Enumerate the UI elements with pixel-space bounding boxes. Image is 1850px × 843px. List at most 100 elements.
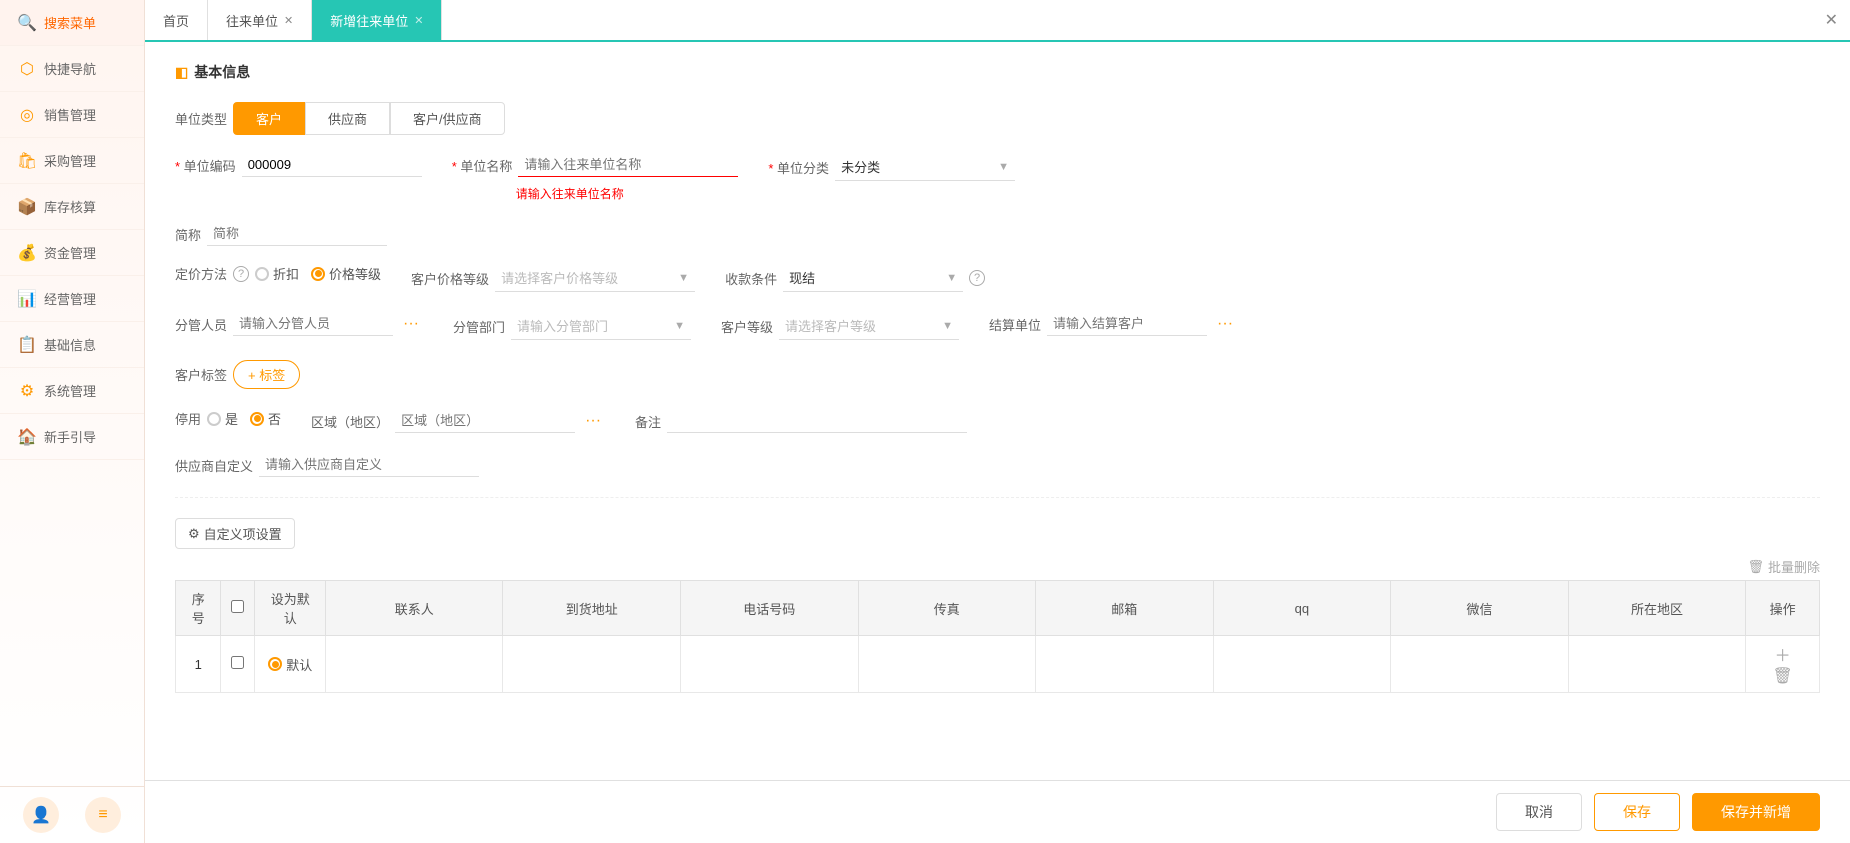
sidebar-item-capital[interactable]: 💰 资金管理 (0, 230, 144, 276)
cell-region[interactable] (1568, 636, 1746, 693)
remarks-field: 备注 (635, 409, 967, 433)
department-select[interactable]: 请输入分管部门 ▼ (511, 312, 691, 340)
tab-new-partner[interactable]: 新增往来单位 ✕ (312, 0, 442, 40)
btn-supplier[interactable]: 供应商 (305, 102, 390, 135)
cell-default: 默认 (255, 636, 326, 693)
tab-home[interactable]: 首页 (145, 0, 208, 40)
add-tag-btn[interactable]: + 标签 (233, 360, 300, 389)
row-add-btn[interactable]: ＋ (1771, 642, 1795, 666)
cancel-button[interactable]: 取消 (1496, 793, 1582, 831)
sidebar-item-search[interactable]: 🔍 搜索菜单 (0, 0, 144, 46)
row-checkbox[interactable] (231, 656, 244, 669)
cell-phone[interactable] (680, 636, 858, 693)
qq-input[interactable] (1224, 657, 1381, 672)
radio-price-level-circle (311, 267, 325, 281)
payment-terms-info[interactable]: ? (969, 270, 985, 286)
manager-input[interactable] (233, 312, 393, 336)
cell-fax[interactable] (858, 636, 1036, 693)
sidebar-item-operations[interactable]: 📊 经营管理 (0, 276, 144, 322)
phone-input[interactable] (691, 657, 848, 672)
customer-price-level-select[interactable]: 请选择客户价格等级 ▼ (495, 264, 695, 292)
row-default-radio[interactable]: 默认 (265, 655, 315, 674)
settings-btn[interactable]: ≡ (85, 797, 121, 833)
sidebar-item-sysmgmt[interactable]: ⚙ 系统管理 (0, 368, 144, 414)
cell-no: 1 (176, 636, 221, 693)
col-fax: 传真 (858, 581, 1036, 636)
cell-check (221, 636, 255, 693)
tab-home-label: 首页 (163, 11, 189, 30)
cell-qq[interactable] (1213, 636, 1391, 693)
supplier-custom-input[interactable] (259, 453, 479, 477)
sidebar-item-inventory[interactable]: 📦 库存核算 (0, 184, 144, 230)
row-manager: 分管人员 ··· 分管部门 请输入分管部门 ▼ 客户等级 请选择客户等级 ▼ 结… (175, 312, 1820, 340)
section-icon: ◧ (175, 64, 188, 81)
remarks-input[interactable] (667, 409, 967, 433)
radio-price-level[interactable]: 价格等级 (311, 264, 381, 283)
settlement-unit-input[interactable] (1047, 312, 1207, 336)
wechat-input[interactable] (1401, 657, 1558, 672)
cell-wechat[interactable] (1391, 636, 1569, 693)
col-address: 到货地址 (503, 581, 681, 636)
sidebar-item-sales[interactable]: ◎ 销售管理 (0, 92, 144, 138)
unit-code-input[interactable] (242, 153, 422, 177)
basicinfo-icon: 📋 (18, 336, 36, 354)
address-input[interactable] (513, 657, 670, 672)
customer-level-field: 客户等级 请选择客户等级 ▼ (721, 312, 959, 340)
save-button[interactable]: 保存 (1594, 793, 1680, 831)
col-default: 设为默认 (255, 581, 326, 636)
supplier-custom-label: 供应商自定义 (175, 456, 253, 475)
batch-delete-btn[interactable]: 🗑 批量删除 (1747, 557, 1820, 576)
sidebar-item-newguide[interactable]: 🏠 新手引导 (0, 414, 144, 460)
region-input[interactable] (395, 409, 575, 433)
user-avatar-btn[interactable]: 👤 (23, 797, 59, 833)
select-all-checkbox[interactable] (231, 600, 244, 613)
search-icon: 🔍 (18, 14, 36, 32)
payment-terms-label: 收款条件 (725, 269, 777, 288)
customer-level-select[interactable]: 请选择客户等级 ▼ (779, 312, 959, 340)
btn-both[interactable]: 客户/供应商 (390, 102, 505, 135)
short-name-input[interactable] (207, 222, 387, 246)
save-new-button[interactable]: 保存并新增 (1692, 793, 1820, 831)
settlement-unit-dots[interactable]: ··· (1213, 315, 1237, 333)
sidebar-item-purchase[interactable]: 🛍 采购管理 (0, 138, 144, 184)
close-all-tabs-btn[interactable]: ✕ (1813, 0, 1850, 40)
customer-price-level-chevron: ▼ (678, 272, 689, 284)
radio-no[interactable]: 否 (250, 409, 281, 428)
radio-yes[interactable]: 是 (207, 409, 238, 428)
tab-partner-list[interactable]: 往来单位 ✕ (208, 0, 312, 40)
col-region: 所在地区 (1568, 581, 1746, 636)
unit-name-input[interactable] (518, 153, 738, 177)
payment-terms-chevron: ▼ (946, 272, 957, 284)
capital-icon: 💰 (18, 244, 36, 262)
manager-dots-btn[interactable]: ··· (399, 315, 423, 333)
cell-address[interactable] (503, 636, 681, 693)
form-divider (175, 497, 1820, 498)
customer-price-level-placeholder: 请选择客户价格等级 (501, 268, 618, 287)
sidebar-item-label: 资金管理 (44, 243, 96, 262)
sidebar-item-quicknav[interactable]: ⬡ 快捷导航 (0, 46, 144, 92)
tab-new-partner-close[interactable]: ✕ (414, 14, 423, 27)
region-dots[interactable]: ··· (581, 412, 605, 430)
department-placeholder: 请输入分管部门 (517, 316, 608, 335)
cell-contact[interactable] (325, 636, 503, 693)
radio-no-circle (250, 412, 264, 426)
region-cell-input[interactable] (1579, 657, 1736, 672)
payment-terms-select[interactable]: 现结 ▼ (783, 264, 963, 292)
pricing-info-icon[interactable]: ? (233, 266, 249, 282)
unit-category-select[interactable]: 未分类 ▼ (835, 153, 1015, 181)
email-input[interactable] (1046, 657, 1203, 672)
sidebar-item-basicinfo[interactable]: 📋 基础信息 (0, 322, 144, 368)
manager-label: 分管人员 (175, 315, 227, 334)
tab-partner-list-close[interactable]: ✕ (284, 14, 293, 27)
fax-input[interactable] (869, 657, 1026, 672)
sidebar-item-label: 快捷导航 (44, 59, 96, 78)
section-title-text: 基本信息 (194, 62, 250, 82)
cell-email[interactable] (1036, 636, 1214, 693)
btn-customer[interactable]: 客户 (233, 102, 305, 135)
unit-type-buttons: 客户 供应商 客户/供应商 (233, 102, 505, 135)
radio-discount[interactable]: 折扣 (255, 264, 299, 283)
contact-input[interactable] (336, 657, 493, 672)
custom-settings-btn[interactable]: ⚙ 自定义项设置 (175, 518, 295, 549)
unit-type-label: 单位类型 (175, 109, 227, 128)
row-del-btn[interactable]: 🗑 (1768, 666, 1796, 686)
